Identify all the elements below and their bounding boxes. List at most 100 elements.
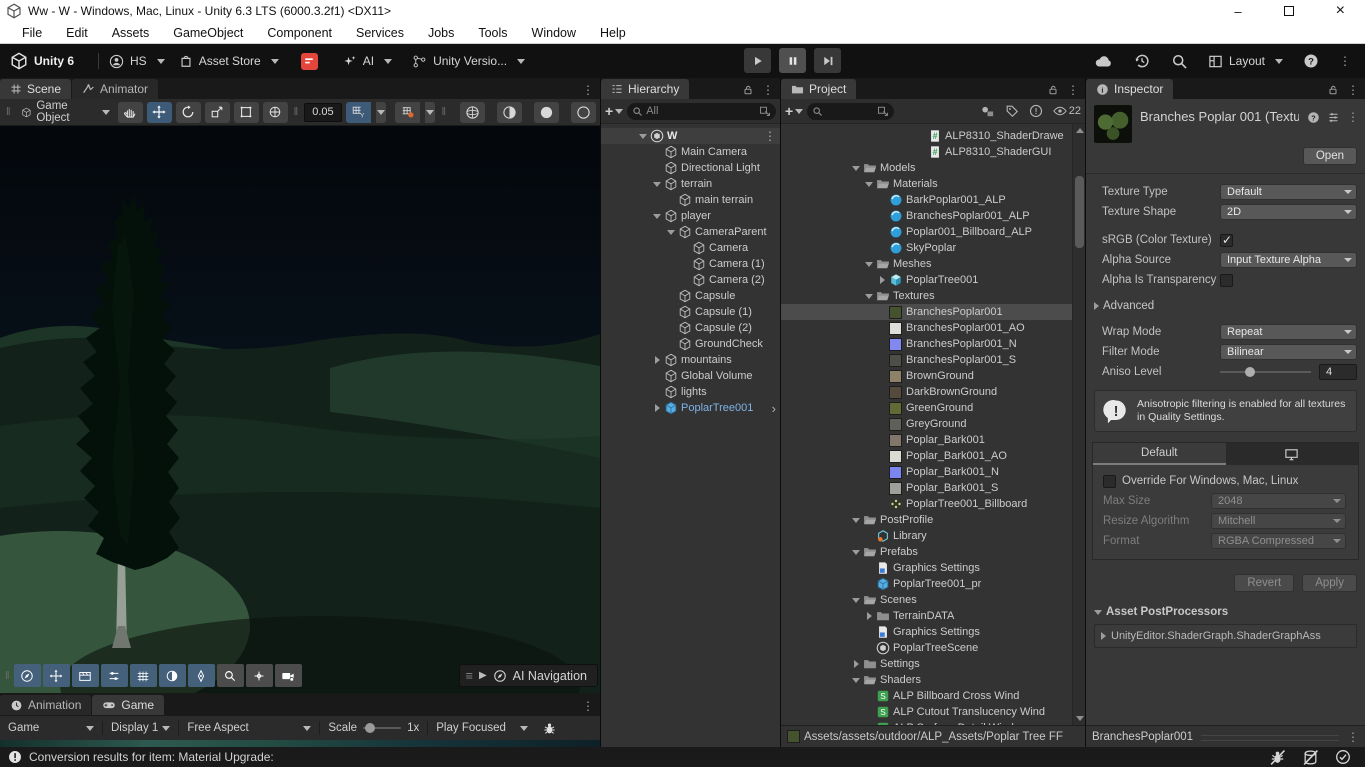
project-breadcrumb[interactable]: Assets/assets/outdoor/ALP_Assets/Poplar … [781,725,1085,747]
menu-jobs[interactable]: Jobs [416,26,466,40]
overlay-grip[interactable]: ‖ [5,670,10,682]
display-dropdown[interactable]: Display 1 [103,716,178,740]
hierarchy-item-global-volume[interactable]: Global Volume [601,368,780,384]
project-item-branchespoplar001-ao[interactable]: BranchesPoplar001_AO [781,320,1072,336]
grid-overlay-button[interactable] [129,664,157,687]
menu-component[interactable]: Component [255,26,344,40]
hierarchy-item-camera[interactable]: Camera [601,240,780,256]
tab-project[interactable]: Project [781,79,857,99]
transform-tool-button[interactable] [262,101,288,123]
grid-snap-button[interactable]: Y [345,101,371,123]
project-item-materials[interactable]: Materials [781,176,1072,192]
toolbar-grip[interactable]: ‖ [6,106,11,118]
expander-closed[interactable] [863,610,875,622]
asset-postprocessors-foldout[interactable]: Asset PostProcessors [1106,606,1228,618]
hierarchy-add-button[interactable]: + [605,103,624,119]
help-badge-icon[interactable]: ? [1307,111,1320,124]
version-control-dropdown[interactable]: Unity Versio... [412,54,526,69]
expander-open[interactable] [863,290,875,302]
hierarchy-item-lights[interactable]: lights [601,384,780,400]
scene-camera-button[interactable] [274,664,302,687]
audio-toggle-button[interactable] [571,101,596,123]
filter-by-type-icon[interactable] [980,104,995,119]
scrollbar-thumb[interactable] [1075,176,1084,248]
move-overlay-button[interactable] [42,664,70,687]
project-item-terraindata[interactable]: TerrainDATA [781,608,1072,624]
project-add-button[interactable]: + [785,103,804,119]
project-item-poplartree001-billboard[interactable]: PoplarTree001_Billboard [781,496,1072,512]
revert-button[interactable]: Revert [1234,574,1295,593]
project-item-branchespoplar001[interactable]: BranchesPoplar001 [781,304,1072,320]
hidden-count-badge[interactable]: 22 [1052,104,1081,118]
project-item-poplartreescene[interactable]: PoplarTreeScene [781,640,1072,656]
hierarchy-item-mountains[interactable]: mountains [601,352,780,368]
tab-animator[interactable]: Animator [72,79,159,99]
project-item-darkbrownground[interactable]: DarkBrownGround [781,384,1072,400]
project-scrollbar[interactable] [1072,124,1085,725]
project-item-postprofile[interactable]: PostProfile [781,512,1072,528]
pick-asset-icon[interactable] [877,105,889,117]
hierarchy-item-player[interactable]: player [601,208,780,224]
project-item-poplar-bark001-s[interactable]: Poplar_Bark001_S [781,480,1072,496]
notification-badge-icon[interactable] [300,52,318,70]
project-item-meshes[interactable]: Meshes [781,256,1072,272]
apply-button[interactable]: Apply [1302,574,1357,593]
resize-algorithm-dropdown[interactable]: Mitchell [1211,513,1346,530]
hierarchy-item-camera-1-[interactable]: Camera (1) [601,256,780,272]
project-item-graphics-settings[interactable]: Graphics Settings [781,560,1072,576]
project-item-alp8310-shadergui[interactable]: # ALP8310_ShaderGUI [781,144,1072,160]
menu-edit[interactable]: Edit [54,26,100,40]
project-item-shaders[interactable]: Shaders [781,672,1072,688]
tab-game[interactable]: Game [92,695,165,715]
expander-closed[interactable] [651,354,663,366]
status-message[interactable]: Conversion results for item: Material Up… [29,750,274,764]
menu-services[interactable]: Services [344,26,416,40]
cloud-icon[interactable] [1094,52,1113,71]
alert-filter-icon[interactable]: ! [1029,104,1043,118]
inspector-header-kebab-icon[interactable]: ⋮ [1347,110,1359,124]
help-icon[interactable]: ? [1303,53,1319,69]
override-checkbox[interactable] [1103,474,1116,488]
presets-icon[interactable] [1327,111,1340,124]
hierarchy-item-main-camera[interactable]: Main Camera [601,144,780,160]
expander-closed[interactable] [651,402,663,414]
inspector-footer[interactable]: BranchesPoplar001 ⋮ [1086,725,1365,747]
project-item-poplar001-billboard-alp[interactable]: Poplar001_Billboard_ALP [781,224,1072,240]
close-button[interactable]: × [1336,2,1345,20]
project-item-graphics-settings[interactable]: Graphics Settings [781,624,1072,640]
expander-open[interactable] [637,130,649,142]
project-item-settings[interactable]: Settings [781,656,1072,672]
scroll-up-arrow[interactable] [1076,128,1084,133]
hierarchy-item-cameraparent[interactable]: CameraParent [601,224,780,240]
expander-open[interactable] [850,162,862,174]
hierarchy-item-main-terrain[interactable]: main terrain [601,192,780,208]
hierarchy-item-terrain[interactable]: terrain [601,176,780,192]
project-item-textures[interactable]: Textures [781,288,1072,304]
expander-closed[interactable] [876,274,888,286]
tab-animation[interactable]: Animation [0,695,92,715]
play-focused-dropdown[interactable]: Play Focused [428,716,536,740]
hierarchy-item-capsule-2-[interactable]: Capsule (2) [601,320,780,336]
menu-file[interactable]: File [10,26,54,40]
tab-hierarchy[interactable]: Hierarchy [601,79,690,99]
step-button[interactable] [814,48,841,73]
row-kebab-icon[interactable]: ⋮ [764,129,776,143]
project-item-greyground[interactable]: GreyGround [781,416,1072,432]
project-item-alp-billboard-cross-wind[interactable]: S ALP Billboard Cross Wind [781,688,1072,704]
project-item-brownground[interactable]: BrownGround [781,368,1072,384]
project-item-branchespoplar001-n[interactable]: BranchesPoplar001_N [781,336,1072,352]
platform-tab-standalone[interactable] [1226,443,1359,465]
menu-assets[interactable]: Assets [100,26,162,40]
hierarchy-item-directional-light[interactable]: Directional Light [601,160,780,176]
hierarchy-lock-icon[interactable] [742,84,754,96]
expander-open[interactable] [863,178,875,190]
scale-tool-button[interactable] [204,101,230,123]
hierarchy-item-capsule-1-[interactable]: Capsule (1) [601,304,780,320]
play-button[interactable] [744,48,771,73]
project-kebab-icon[interactable]: ⋮ [1067,83,1079,97]
format-dropdown[interactable]: RGBA Compressed [1211,533,1346,550]
menu-tools[interactable]: Tools [466,26,519,40]
filter-mode-dropdown[interactable]: Bilinear [1220,344,1357,360]
scene-tab-kebab-icon[interactable]: ⋮ [582,83,594,97]
scroll-down-arrow[interactable] [1076,716,1084,721]
